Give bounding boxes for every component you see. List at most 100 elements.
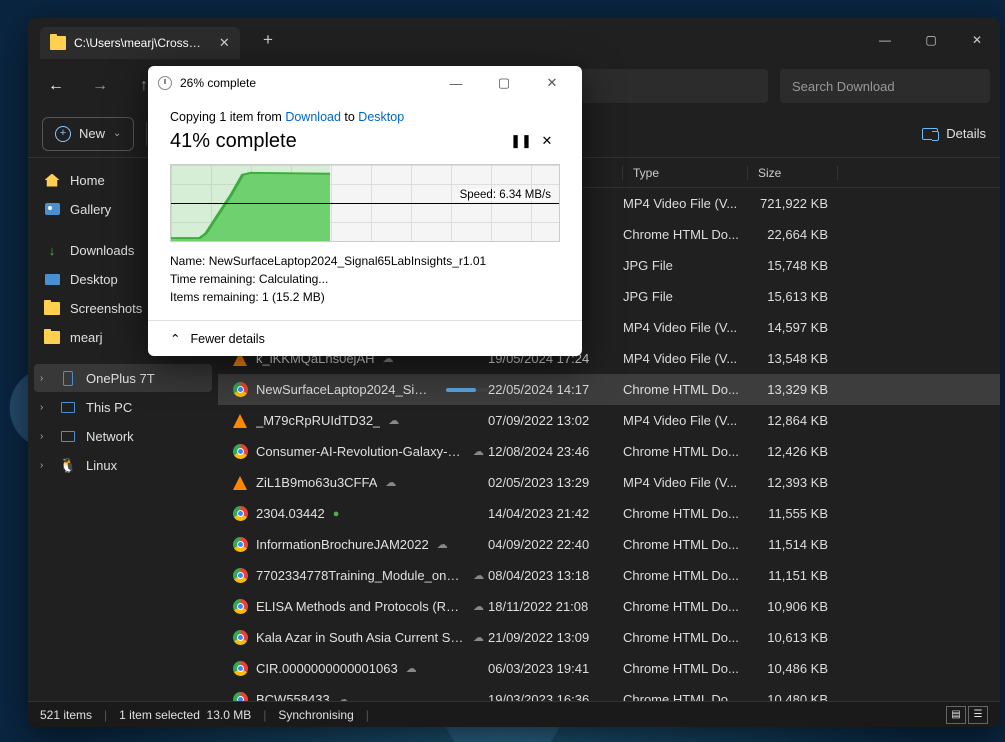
fewer-details-button[interactable]: ⌃ Fewer details — [148, 320, 582, 356]
col-type[interactable]: Type — [623, 166, 748, 180]
plus-icon: + — [55, 126, 71, 142]
file-type: Chrome HTML Do... — [623, 630, 748, 645]
dialog-maximize-button[interactable]: ▢ — [484, 68, 524, 98]
file-type: Chrome HTML Do — [623, 692, 748, 701]
maximize-button[interactable]: ▢ — [908, 20, 954, 60]
folder-icon — [44, 302, 60, 315]
file-size: 11,555 KB — [748, 506, 838, 521]
tab[interactable]: C:\Users\mearj\CrossDevice\O ✕ — [40, 27, 240, 59]
copy-description: Copying 1 item from Download to Desktop — [170, 110, 560, 124]
file-name: _M79cRpRUIdTD32_ — [256, 413, 380, 428]
file-row[interactable]: Consumer-AI-Revolution-Galaxy-AI_Sign...… — [218, 436, 1000, 467]
chevron-up-icon: ⌃ — [170, 331, 180, 346]
file-row[interactable]: InformationBrochureJAM2022☁04/09/2022 22… — [218, 529, 1000, 560]
status-bar: 521 items | 1 item selected 13.0 MB | Sy… — [28, 701, 1000, 727]
new-button[interactable]: + New ⌄ — [42, 117, 134, 151]
download-icon: ↓ — [44, 242, 60, 258]
sidebar-network[interactable]: ›Network — [34, 422, 212, 450]
search-input[interactable]: Search Download — [780, 69, 990, 103]
file-type: MP4 Video File (V... — [623, 413, 748, 428]
file-row[interactable]: _M79cRpRUIdTD32_ ☁ 07/09/2022 13:02MP4 Vid… — [218, 405, 1000, 436]
copy-progress-dialog: 26% complete — ▢ ✕ Copying 1 item from D… — [148, 66, 582, 356]
file-date: 19/03/2023 16:36 — [488, 692, 623, 701]
file-size: 721,922 KB — [748, 196, 838, 211]
file-size: 22,664 KB — [748, 227, 838, 242]
sidebar-oneplus[interactable]: ›OnePlus 7T — [34, 364, 212, 392]
chrome-icon — [233, 537, 248, 552]
file-row[interactable]: CIR.0000000000001063☁06/03/2023 19:41Chr… — [218, 653, 1000, 684]
cloud-status-icon: ☁ — [338, 693, 356, 701]
tab-title: C:\Users\mearj\CrossDevice\O — [74, 36, 207, 50]
speed-chart: Speed: 6.34 MB/s — [170, 164, 560, 242]
file-size: 12,393 KB — [748, 475, 838, 490]
back-button[interactable]: ← — [38, 68, 74, 104]
file-row[interactable]: ELISA Methods and Protocols (Robert Hn..… — [218, 591, 1000, 622]
dialog-minimize-button[interactable]: — — [436, 68, 476, 98]
cloud-status-icon: ☁ — [473, 569, 488, 582]
file-type: Chrome HTML Do... — [623, 506, 748, 521]
speed-label: Speed: 6.34 MB/s — [460, 189, 551, 201]
source-link[interactable]: Download — [285, 110, 341, 124]
cloud-status-icon: ☁ — [388, 414, 406, 427]
close-button[interactable]: ✕ — [954, 20, 1000, 60]
file-size: 15,748 KB — [748, 258, 838, 273]
file-type: JPG File — [623, 289, 748, 304]
chrome-icon — [233, 692, 248, 701]
chrome-icon — [233, 661, 248, 676]
sidebar-thispc[interactable]: ›This PC — [34, 393, 212, 421]
file-name: Kala Azar in South Asia Current Status a… — [256, 630, 465, 645]
vlc-icon — [233, 414, 247, 428]
dest-link[interactable]: Desktop — [358, 110, 404, 124]
file-size: 14,597 KB — [748, 320, 838, 335]
file-date: 14/04/2023 21:42 — [488, 506, 623, 521]
tab-close-icon[interactable]: ✕ — [219, 36, 230, 50]
file-name: BCW558433 — [256, 692, 330, 701]
folder-icon — [50, 36, 66, 50]
dialog-close-button[interactable]: ✕ — [532, 68, 572, 98]
vlc-icon — [233, 476, 247, 490]
file-row[interactable]: BCW558433 ☁ 19/03/2023 16:36Chrome HTML Do… — [218, 684, 1000, 701]
file-type: Chrome HTML Do... — [623, 227, 748, 242]
new-tab-button[interactable]: + — [254, 26, 282, 54]
file-row[interactable]: Kala Azar in South Asia Current Status a… — [218, 622, 1000, 653]
pause-button[interactable]: ❚❚ — [508, 128, 534, 154]
cancel-button[interactable]: ✕ — [534, 128, 560, 154]
file-row[interactable]: ZiL1B9mo63u3CFFA☁02/05/2023 13:29MP4 Vid… — [218, 467, 1000, 498]
details-pane-button[interactable]: Details — [922, 126, 986, 141]
pc-icon — [61, 402, 75, 413]
file-type: MP4 Video File (V... — [623, 475, 748, 490]
folder-icon — [44, 331, 60, 344]
file-row[interactable]: 7702334778Training_Module_on_Extrapul...… — [218, 560, 1000, 591]
file-size: 12,864 KB — [748, 413, 838, 428]
col-size[interactable]: Size — [748, 166, 838, 180]
expand-icon[interactable]: › — [40, 431, 43, 442]
cloud-status-icon: ☁ — [385, 476, 403, 489]
linux-icon: 🐧 — [60, 457, 76, 473]
sidebar-linux[interactable]: ›🐧Linux — [34, 451, 212, 479]
file-size: 15,613 KB — [748, 289, 838, 304]
file-type: Chrome HTML Do... — [623, 382, 748, 397]
view-details-button[interactable]: ☰ — [968, 706, 988, 724]
file-row[interactable]: NewSurfaceLaptop2024_Signal65LabInsig...… — [218, 374, 1000, 405]
file-size: 11,151 KB — [748, 568, 838, 583]
chrome-icon — [233, 630, 248, 645]
file-date: 07/09/2022 13:02 — [488, 413, 623, 428]
file-name: 7702334778Training_Module_on_Extrapul... — [256, 568, 465, 583]
view-list-button[interactable]: ▤ — [946, 706, 966, 724]
file-date: 21/09/2022 13:09 — [488, 630, 623, 645]
forward-button[interactable]: → — [82, 68, 118, 104]
dialog-title: 26% complete — [180, 76, 428, 90]
expand-icon[interactable]: › — [40, 373, 43, 384]
file-name: 2304.03442 — [256, 506, 325, 521]
expand-icon[interactable]: › — [40, 460, 43, 471]
file-type: MP4 Video File (V... — [623, 351, 748, 366]
file-type: JPG File — [623, 258, 748, 273]
chrome-icon — [233, 382, 248, 397]
percent-complete: 41% complete — [170, 130, 508, 153]
selection-info: 1 item selected 13.0 MB — [119, 708, 251, 722]
file-row[interactable]: 2304.03442●14/04/2023 21:42Chrome HTML D… — [218, 498, 1000, 529]
expand-icon[interactable]: › — [40, 402, 43, 413]
cloud-status-icon: ☁ — [473, 445, 488, 458]
minimize-button[interactable]: — — [862, 20, 908, 60]
file-date: 02/05/2023 13:29 — [488, 475, 623, 490]
